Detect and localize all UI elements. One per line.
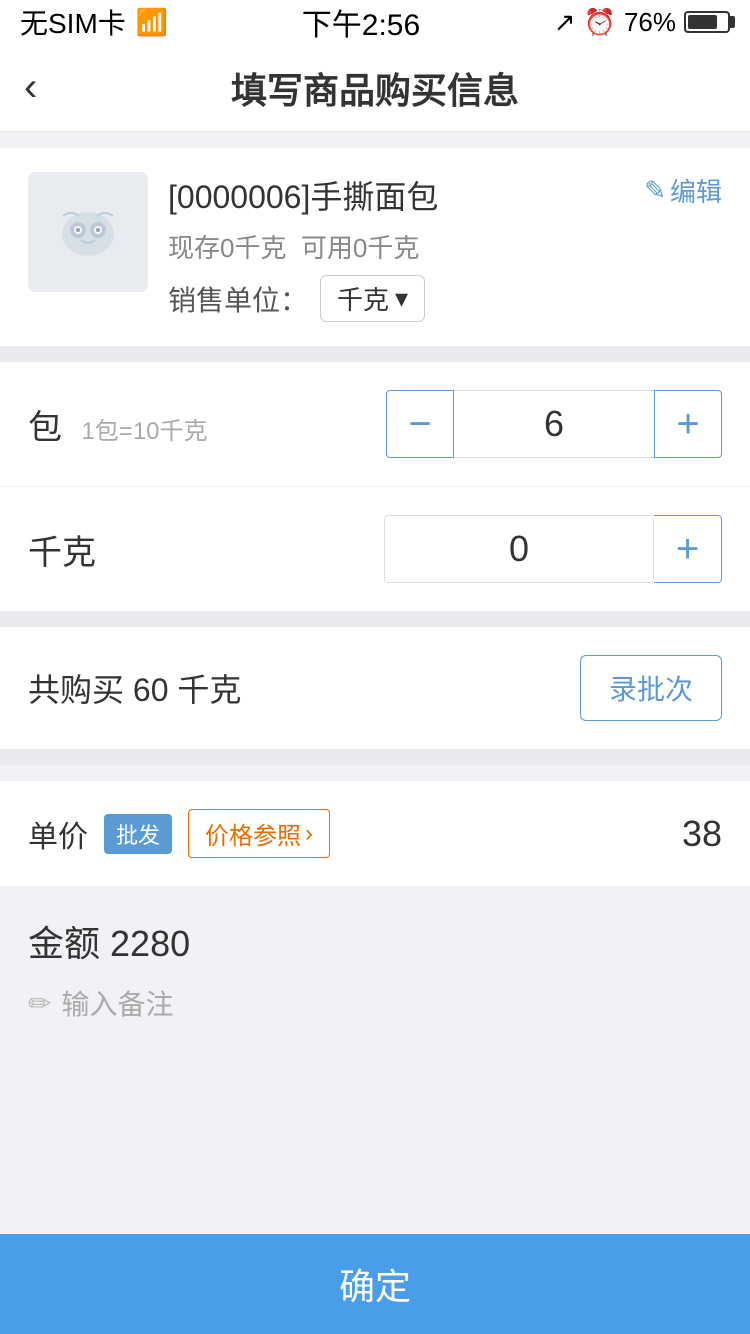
kg-quantity-control: + [384,515,722,583]
kg-quantity-input[interactable] [384,515,654,583]
summary-row: 共购买 60 千克 录批次 [0,627,750,749]
bag-label: 包 1包=10千克 [28,400,386,449]
status-bar: 无SIM卡 📶 下午2:56 ↗ ⏰ 76% [0,0,750,44]
price-ref-arrow-icon: › [305,820,313,848]
product-unit-row: 销售单位： 千克 ▾ [168,275,722,322]
amount-row: 金额 2280 [28,915,722,967]
note-icon: ✏ [28,987,51,1020]
kg-increment-button[interactable]: + [654,515,722,583]
page-title: 填写商品购买信息 [231,62,519,114]
carrier-label: 无SIM卡 [20,2,126,42]
wifi-icon: 📶 [136,7,168,38]
amount-section: 金额 2280 ✏ 输入备注 [0,887,750,1039]
bag-quantity-input[interactable] [454,390,654,458]
status-time: 下午2:56 [302,0,420,44]
price-type-tag: 批发 [104,814,172,854]
unit-select[interactable]: 千克 ▾ [320,275,425,322]
product-card: [0000006]手撕面包 现存0千克 可用0千克 销售单位： 千克 ▾ ✎ 编… [0,148,750,346]
confirm-button[interactable]: 确定 [0,1234,750,1334]
kg-quantity-row: 千克 + [0,487,750,611]
owl-logo-icon [53,202,123,262]
bag-decrement-button[interactable]: − [386,390,454,458]
nav-bar: ‹ 填写商品购买信息 [0,44,750,132]
section-divider-3 [0,749,750,765]
price-section: 单价 批发 价格参照 › 38 [0,781,750,887]
quantity-section: 包 1包=10千克 − + 千克 + [0,362,750,611]
section-divider-1 [0,346,750,362]
bag-quantity-control: − + [386,390,722,458]
price-ref-button[interactable]: 价格参照 › [188,809,330,858]
product-name: [0000006]手撕面包 [168,172,722,218]
section-divider-2 [0,611,750,627]
note-placeholder: 输入备注 [61,983,173,1023]
price-row: 单价 批发 价格参照 › 38 [0,781,750,887]
alarm-icon: ⏰ [584,7,616,38]
price-value: 38 [682,813,722,855]
location-icon: ↗ [554,7,576,38]
product-image [28,172,148,292]
bag-increment-button[interactable]: + [654,390,722,458]
back-button[interactable]: ‹ [24,65,37,110]
batch-button[interactable]: 录批次 [580,655,722,721]
edit-icon: ✎ [644,175,666,206]
amount-value: 2280 [110,923,190,964]
total-label: 共购买 60 千克 [28,665,241,711]
battery-icon [684,11,730,33]
product-stock: 现存0千克 可用0千克 [168,228,722,265]
battery-percent: 76% [624,7,676,38]
note-row[interactable]: ✏ 输入备注 [28,983,722,1023]
edit-button[interactable]: ✎ 编辑 [644,172,722,209]
price-ref-label: 价格参照 [205,816,301,851]
status-left: 无SIM卡 📶 [20,2,168,42]
amount-label: 金额 [28,923,100,964]
kg-label: 千克 [28,525,384,574]
bag-quantity-row: 包 1包=10千克 − + [0,362,750,487]
status-right: ↗ ⏰ 76% [554,7,730,38]
chevron-down-icon: ▾ [395,283,408,314]
bag-hint: 1包=10千克 [81,418,207,445]
product-info: [0000006]手撕面包 现存0千克 可用0千克 销售单位： 千克 ▾ [168,172,722,322]
unit-price-label: 单价 [28,812,88,856]
